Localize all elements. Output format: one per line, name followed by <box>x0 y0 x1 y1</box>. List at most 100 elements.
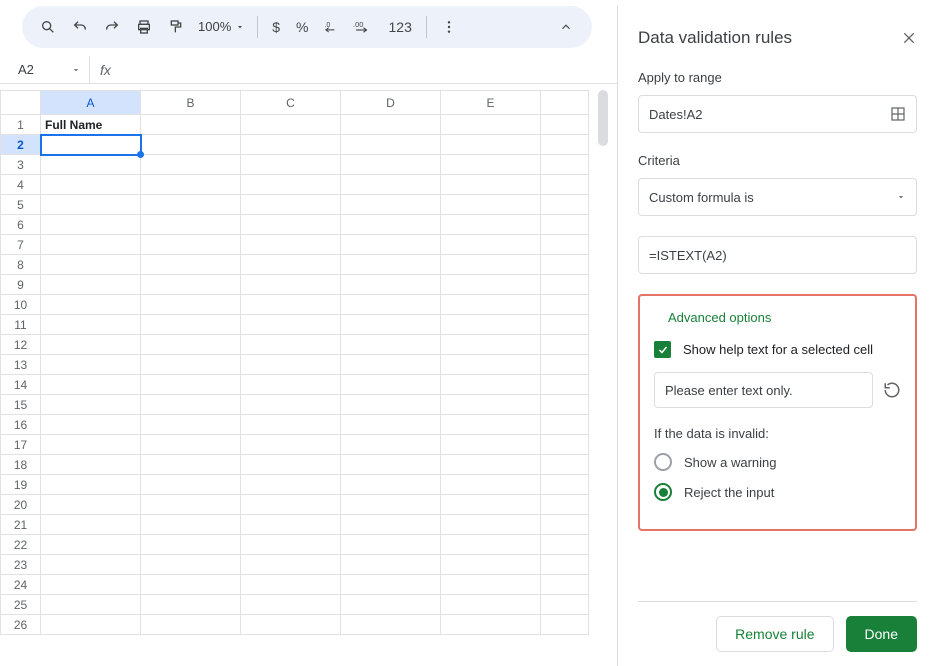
cell[interactable] <box>241 475 341 495</box>
row-header[interactable]: 25 <box>1 595 41 615</box>
row-header[interactable]: 23 <box>1 555 41 575</box>
row-header[interactable]: 2 <box>1 135 41 155</box>
cell[interactable] <box>441 435 541 455</box>
cell[interactable] <box>141 475 241 495</box>
name-box[interactable]: A2 <box>0 56 90 83</box>
cell[interactable] <box>141 355 241 375</box>
cell[interactable] <box>41 215 141 235</box>
show-help-text-checkbox[interactable] <box>654 341 671 358</box>
redo-icon[interactable] <box>98 13 126 41</box>
row-header[interactable]: 8 <box>1 255 41 275</box>
cell[interactable] <box>41 595 141 615</box>
row-header[interactable]: 26 <box>1 615 41 635</box>
cell[interactable] <box>341 335 441 355</box>
cell[interactable] <box>41 615 141 635</box>
cell[interactable] <box>441 275 541 295</box>
row-header[interactable]: 10 <box>1 295 41 315</box>
cell[interactable] <box>41 515 141 535</box>
cell[interactable] <box>441 335 541 355</box>
cell[interactable] <box>341 355 441 375</box>
cell[interactable] <box>41 395 141 415</box>
cell[interactable] <box>141 595 241 615</box>
cell[interactable] <box>441 595 541 615</box>
row-header[interactable]: 12 <box>1 335 41 355</box>
cell[interactable] <box>341 115 441 135</box>
cell[interactable] <box>41 235 141 255</box>
cell[interactable] <box>241 215 341 235</box>
cell[interactable] <box>41 155 141 175</box>
cell[interactable] <box>441 395 541 415</box>
cell[interactable] <box>341 475 441 495</box>
cell[interactable] <box>241 515 341 535</box>
collapse-toolbar-icon[interactable] <box>552 13 580 41</box>
cell[interactable] <box>241 535 341 555</box>
column-header[interactable]: A <box>41 91 141 115</box>
cell[interactable] <box>141 435 241 455</box>
criteria-select[interactable]: Custom formula is <box>638 178 917 216</box>
cell[interactable] <box>341 535 441 555</box>
cell[interactable] <box>341 315 441 335</box>
cell[interactable] <box>141 415 241 435</box>
cell[interactable] <box>41 175 141 195</box>
row-header[interactable]: 9 <box>1 275 41 295</box>
column-header[interactable]: C <box>241 91 341 115</box>
cell[interactable] <box>141 375 241 395</box>
column-header[interactable]: B <box>141 91 241 115</box>
cell[interactable] <box>241 335 341 355</box>
cell[interactable] <box>241 135 341 155</box>
cell[interactable] <box>241 395 341 415</box>
cell[interactable] <box>441 375 541 395</box>
cell[interactable] <box>41 435 141 455</box>
cell[interactable] <box>241 455 341 475</box>
cell[interactable] <box>241 615 341 635</box>
cell[interactable] <box>341 415 441 435</box>
cell[interactable] <box>341 495 441 515</box>
cell[interactable] <box>341 235 441 255</box>
cell[interactable] <box>441 195 541 215</box>
cell[interactable] <box>41 255 141 275</box>
cell[interactable] <box>341 515 441 535</box>
cell[interactable] <box>341 455 441 475</box>
row-header[interactable]: 14 <box>1 375 41 395</box>
cell[interactable] <box>141 115 241 135</box>
cell[interactable] <box>141 135 241 155</box>
radio-show-warning[interactable]: Show a warning <box>654 453 901 471</box>
cell[interactable] <box>441 175 541 195</box>
zoom-select[interactable]: 100% <box>194 19 249 34</box>
cell[interactable] <box>41 275 141 295</box>
select-range-icon[interactable] <box>890 106 906 122</box>
cell[interactable] <box>41 135 141 155</box>
cell[interactable] <box>441 495 541 515</box>
row-header[interactable]: 1 <box>1 115 41 135</box>
help-text-input[interactable]: Please enter text only. <box>654 372 873 408</box>
currency-format-button[interactable]: $ <box>266 19 286 35</box>
cell[interactable] <box>241 355 341 375</box>
cell[interactable] <box>441 355 541 375</box>
cell[interactable] <box>241 195 341 215</box>
row-header[interactable]: 22 <box>1 535 41 555</box>
print-icon[interactable] <box>130 13 158 41</box>
vertical-scrollbar[interactable] <box>598 90 608 146</box>
done-button[interactable]: Done <box>846 616 917 652</box>
cell[interactable] <box>141 515 241 535</box>
more-tools-icon[interactable] <box>435 13 463 41</box>
row-header[interactable]: 18 <box>1 455 41 475</box>
cell[interactable] <box>341 595 441 615</box>
cell[interactable] <box>141 315 241 335</box>
close-icon[interactable] <box>901 30 917 46</box>
cell[interactable] <box>441 535 541 555</box>
search-icon[interactable] <box>34 13 62 41</box>
cell[interactable] <box>41 495 141 515</box>
row-header[interactable]: 21 <box>1 515 41 535</box>
cell[interactable] <box>141 175 241 195</box>
column-header[interactable]: D <box>341 91 441 115</box>
reset-help-text-icon[interactable] <box>883 381 901 399</box>
row-header[interactable]: 24 <box>1 575 41 595</box>
cell[interactable] <box>141 535 241 555</box>
cell[interactable] <box>341 555 441 575</box>
row-header[interactable]: 20 <box>1 495 41 515</box>
row-header[interactable]: 15 <box>1 395 41 415</box>
cell[interactable] <box>141 155 241 175</box>
decrease-decimal-button[interactable]: .0 <box>319 13 347 41</box>
cell[interactable] <box>441 475 541 495</box>
